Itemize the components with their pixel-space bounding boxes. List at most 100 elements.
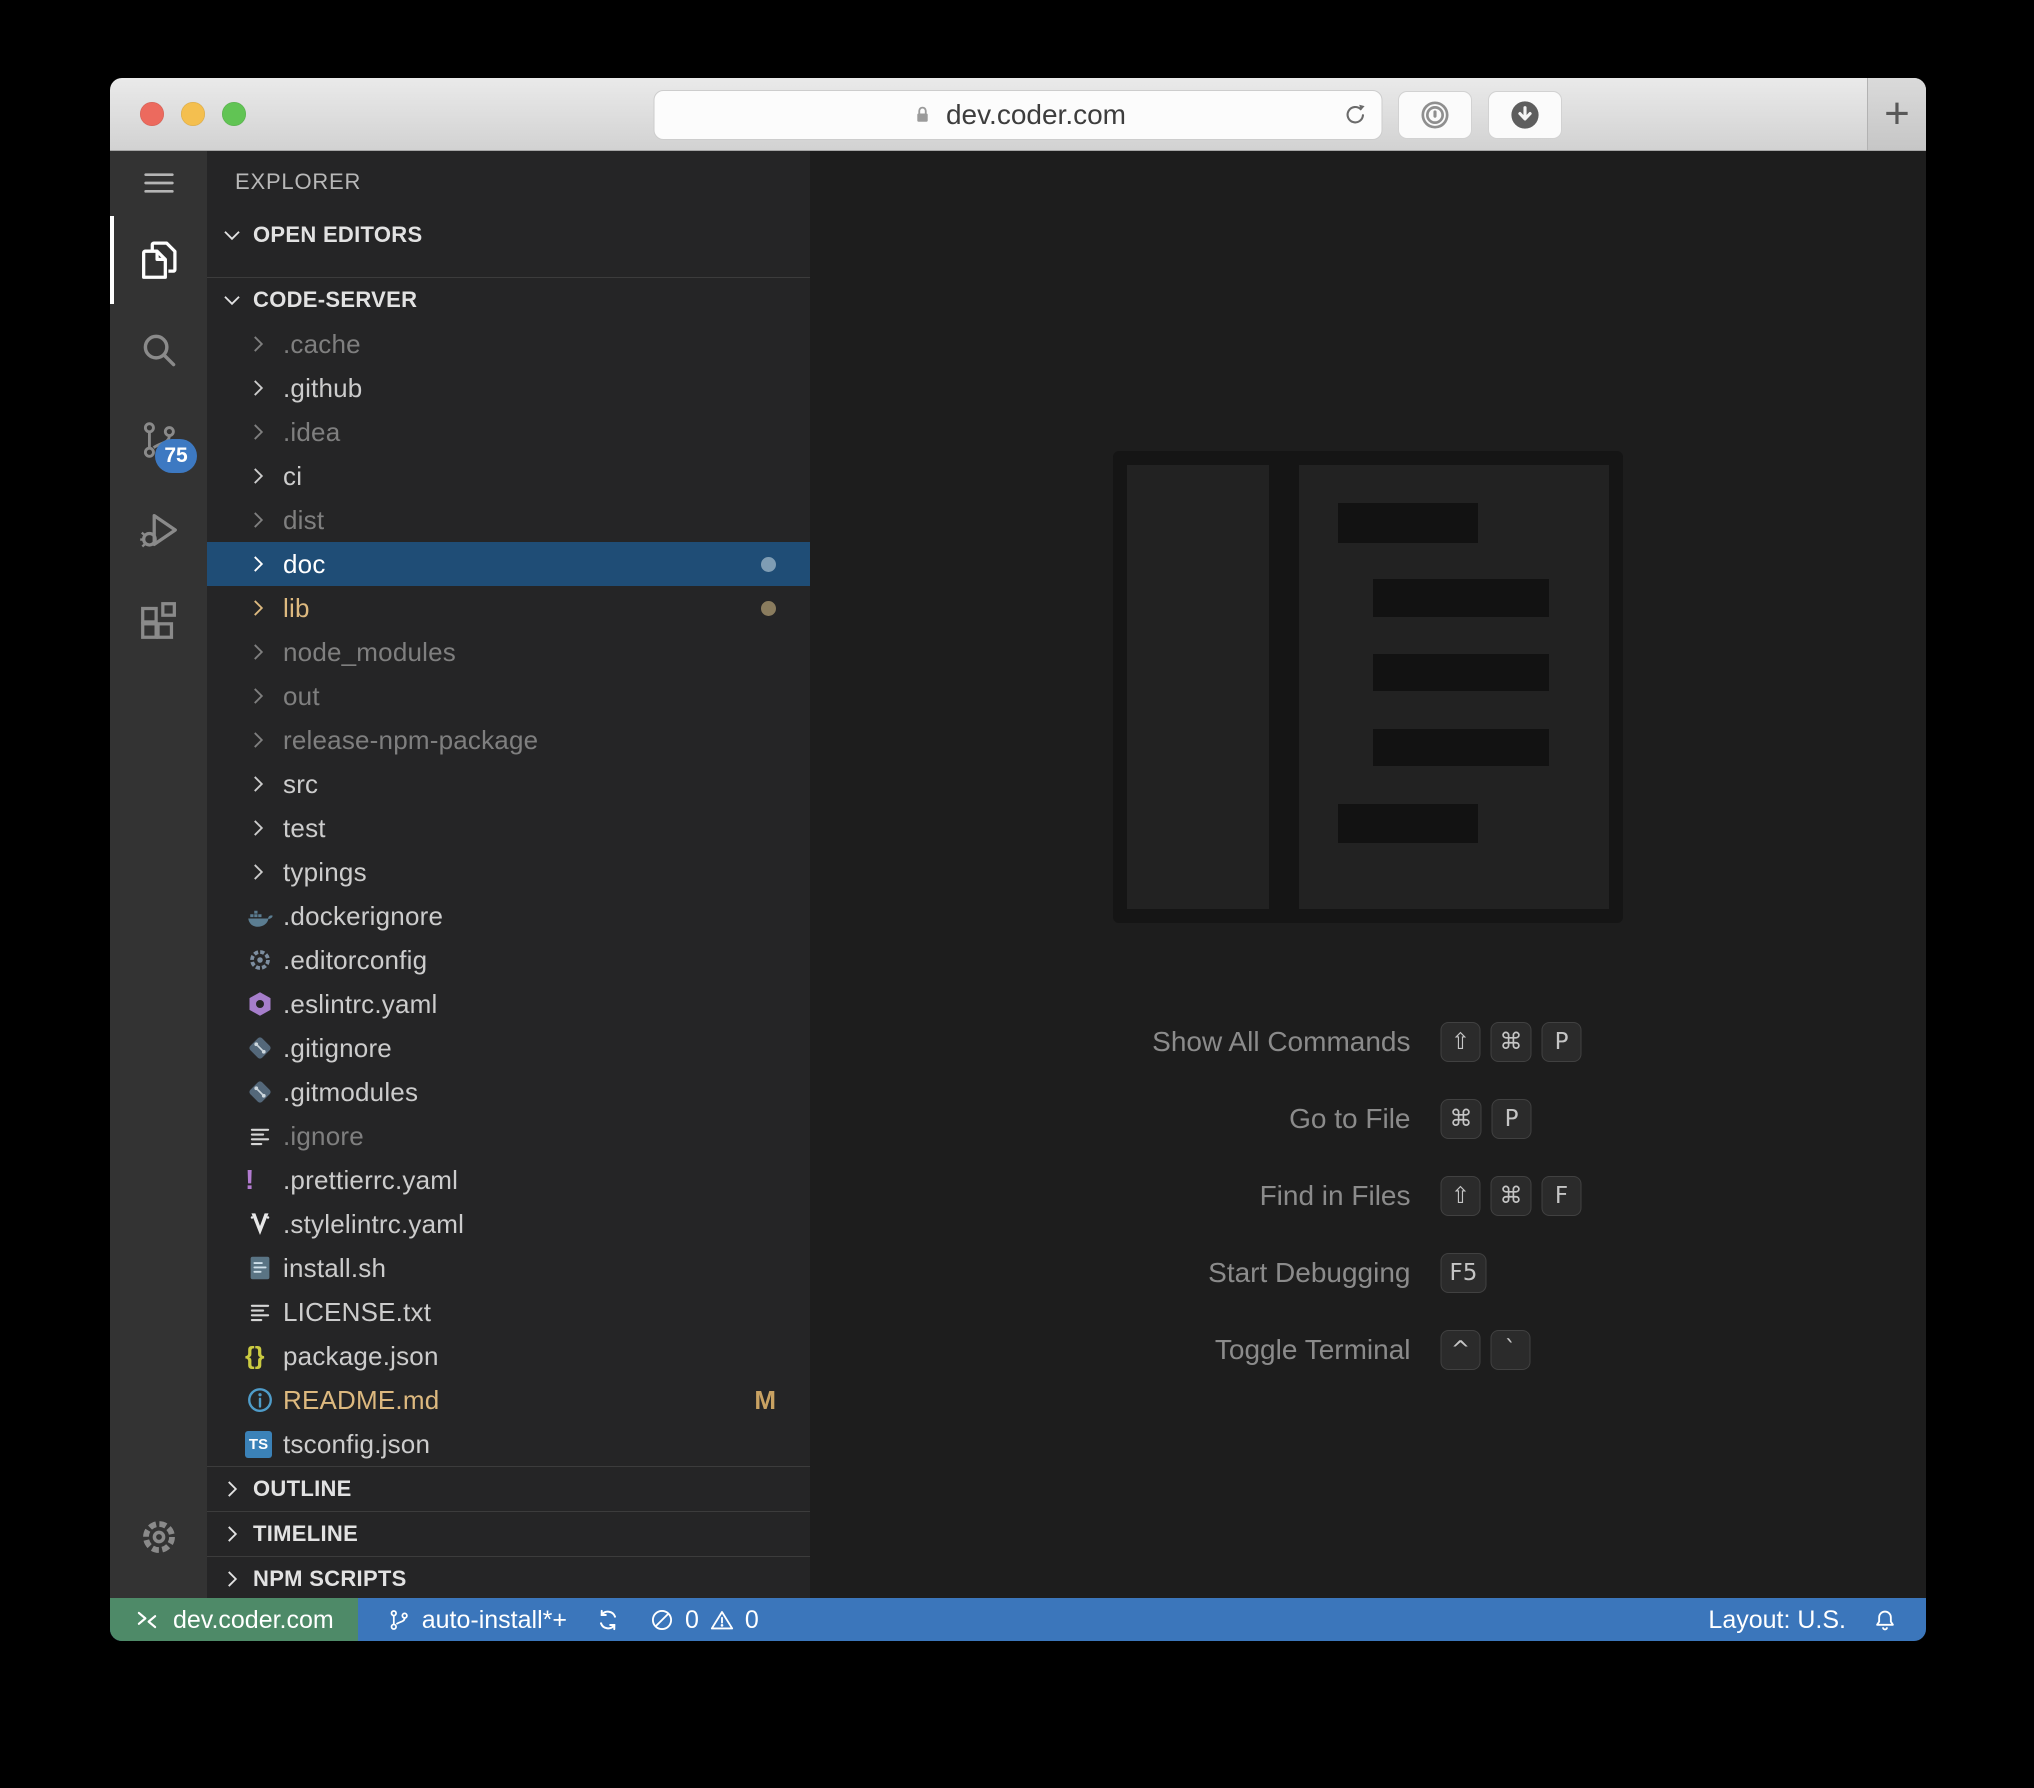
shortcut-row: Show All Commands ⇧ ⌘ P bbox=[1066, 1003, 1671, 1080]
browser-window: dev.coder.com + 75 EXPLORER OPEN EDITORS… bbox=[110, 78, 1926, 1641]
minimize-window-button[interactable] bbox=[181, 102, 205, 126]
sidebar-section-timeline[interactable]: TIMELINE bbox=[207, 1511, 810, 1556]
tree-row[interactable]: out bbox=[207, 674, 810, 718]
keyboard-shortcuts-watermark: Show All Commands ⇧ ⌘ P Go to File ⌘ P Find in … bbox=[1066, 1003, 1671, 1388]
tree-row[interactable]: .editorconfig bbox=[207, 938, 810, 982]
onepassword-icon bbox=[1418, 98, 1452, 132]
tree-row[interactable]: ci bbox=[207, 454, 810, 498]
tree-row[interactable]: doc bbox=[207, 542, 810, 586]
tree-row[interactable]: install.sh bbox=[207, 1246, 810, 1290]
keyboard-layout-label[interactable]: Layout: U.S. bbox=[1708, 1606, 1846, 1635]
branch-indicator[interactable]: auto-install*+ bbox=[386, 1606, 567, 1635]
tree-item-label: .editorconfig bbox=[283, 944, 428, 975]
reload-button[interactable] bbox=[1342, 101, 1370, 129]
problems-indicator[interactable]: 0 0 bbox=[649, 1606, 759, 1635]
activity-item-debug[interactable] bbox=[110, 485, 207, 575]
tree-row[interactable]: .stylelintrc.yaml bbox=[207, 1202, 810, 1246]
files-icon bbox=[136, 237, 182, 283]
url-text: dev.coder.com bbox=[945, 99, 1127, 130]
chevron-right-icon bbox=[219, 1476, 245, 1502]
tree-row[interactable]: {} package.json bbox=[207, 1334, 810, 1378]
keycap: ^ bbox=[1440, 1329, 1481, 1370]
modified-dot bbox=[761, 556, 776, 572]
prettier-icon: ! bbox=[245, 1164, 255, 1195]
tree-item-label: typings bbox=[283, 856, 367, 887]
tree-item-label: test bbox=[283, 812, 326, 843]
tree-row[interactable]: ! .prettierrc.yaml bbox=[207, 1158, 810, 1202]
warning-icon bbox=[709, 1607, 735, 1633]
activity-item-search[interactable] bbox=[110, 305, 207, 395]
tree-row[interactable]: .eslintrc.yaml bbox=[207, 982, 810, 1026]
tree-item-label: .gitmodules bbox=[283, 1076, 419, 1107]
keycap: F5 bbox=[1440, 1252, 1487, 1293]
tree-item-label: dist bbox=[283, 504, 325, 535]
status-bar-right: Layout: U.S. bbox=[1708, 1606, 1926, 1635]
screen: { "browser": { "url": "dev.coder.com", "… bbox=[0, 0, 2034, 1788]
stylelint-icon bbox=[245, 1209, 283, 1239]
watermark-bar bbox=[1373, 579, 1549, 617]
download-button[interactable] bbox=[1488, 91, 1562, 139]
plus-icon: + bbox=[1884, 89, 1910, 138]
tree-item-label: package.json bbox=[283, 1340, 439, 1371]
tree-row[interactable]: TS tsconfig.json bbox=[207, 1422, 810, 1466]
tree-row[interactable]: dist bbox=[207, 498, 810, 542]
new-tab-button[interactable]: + bbox=[1867, 78, 1926, 150]
workspace-label: CODE-SERVER bbox=[253, 287, 418, 312]
watermark-illustration bbox=[1113, 451, 1623, 923]
chevron-right-icon bbox=[219, 1566, 245, 1592]
watermark-bar bbox=[1338, 804, 1478, 843]
tree-row[interactable]: .gitignore bbox=[207, 1026, 810, 1070]
tree-row[interactable]: LICENSE.txt bbox=[207, 1290, 810, 1334]
tree-row[interactable]: typings bbox=[207, 850, 810, 894]
search-icon bbox=[136, 327, 182, 373]
tree-row[interactable]: test bbox=[207, 806, 810, 850]
keycap: ⌘ bbox=[1490, 1021, 1532, 1062]
watermark-bar bbox=[1373, 729, 1549, 766]
chevron-right-icon bbox=[245, 551, 283, 577]
sync-button[interactable] bbox=[595, 1607, 621, 1633]
tree-item-label: .ignore bbox=[283, 1120, 364, 1151]
shortcut-row: Find in Files ⇧ ⌘ F bbox=[1066, 1157, 1671, 1234]
activity-item-source-control[interactable]: 75 bbox=[110, 395, 207, 485]
tree-row[interactable]: src bbox=[207, 762, 810, 806]
activity-bar: 75 bbox=[110, 151, 207, 1598]
open-editors-header[interactable]: OPEN EDITORS bbox=[207, 213, 810, 257]
tree-item-label: .idea bbox=[283, 416, 341, 447]
tree-item-label: .eslintrc.yaml bbox=[283, 988, 438, 1019]
keycap: P bbox=[1491, 1098, 1532, 1139]
tree-row[interactable]: .gitmodules bbox=[207, 1070, 810, 1114]
tree-item-label: .cache bbox=[283, 328, 361, 359]
chevron-right-icon bbox=[245, 683, 283, 709]
tree-row[interactable]: .idea bbox=[207, 410, 810, 454]
remote-icon bbox=[134, 1607, 160, 1633]
activity-item-extensions[interactable] bbox=[110, 575, 207, 665]
zoom-window-button[interactable] bbox=[222, 102, 246, 126]
gear-file-icon bbox=[245, 945, 283, 975]
activity-item-settings[interactable] bbox=[110, 1492, 207, 1582]
bell-icon[interactable] bbox=[1872, 1607, 1898, 1633]
sidebar-section-npm-scripts[interactable]: NPM SCRIPTS bbox=[207, 1556, 810, 1598]
tree-row[interactable]: .cache bbox=[207, 322, 810, 366]
remote-indicator[interactable]: dev.coder.com bbox=[110, 1598, 358, 1641]
tree-row[interactable]: .github bbox=[207, 366, 810, 410]
tree-row[interactable]: .dockerignore bbox=[207, 894, 810, 938]
watermark-bar bbox=[1338, 503, 1478, 543]
tree-row[interactable]: README.md M bbox=[207, 1378, 810, 1422]
tree-item-label: ci bbox=[283, 460, 303, 491]
sidebar-section-outline[interactable]: OUTLINE bbox=[207, 1466, 810, 1511]
tree-row[interactable]: release-npm-package bbox=[207, 718, 810, 762]
keycap: ⇧ bbox=[1440, 1175, 1481, 1216]
error-count: 0 bbox=[684, 1605, 699, 1634]
sidebar-title: EXPLORER bbox=[235, 169, 362, 194]
sync-icon bbox=[595, 1607, 621, 1633]
gear-icon bbox=[136, 1514, 182, 1560]
tree-row[interactable]: .ignore bbox=[207, 1114, 810, 1158]
tree-row[interactable]: lib bbox=[207, 586, 810, 630]
workspace-header[interactable]: CODE-SERVER bbox=[207, 277, 810, 322]
tree-row[interactable]: node_modules bbox=[207, 630, 810, 674]
onepassword-button[interactable] bbox=[1398, 91, 1472, 139]
activity-item-menu[interactable] bbox=[110, 151, 207, 215]
activity-item-explorer[interactable] bbox=[110, 215, 207, 305]
url-bar[interactable]: dev.coder.com bbox=[653, 90, 1383, 140]
close-window-button[interactable] bbox=[140, 102, 164, 126]
